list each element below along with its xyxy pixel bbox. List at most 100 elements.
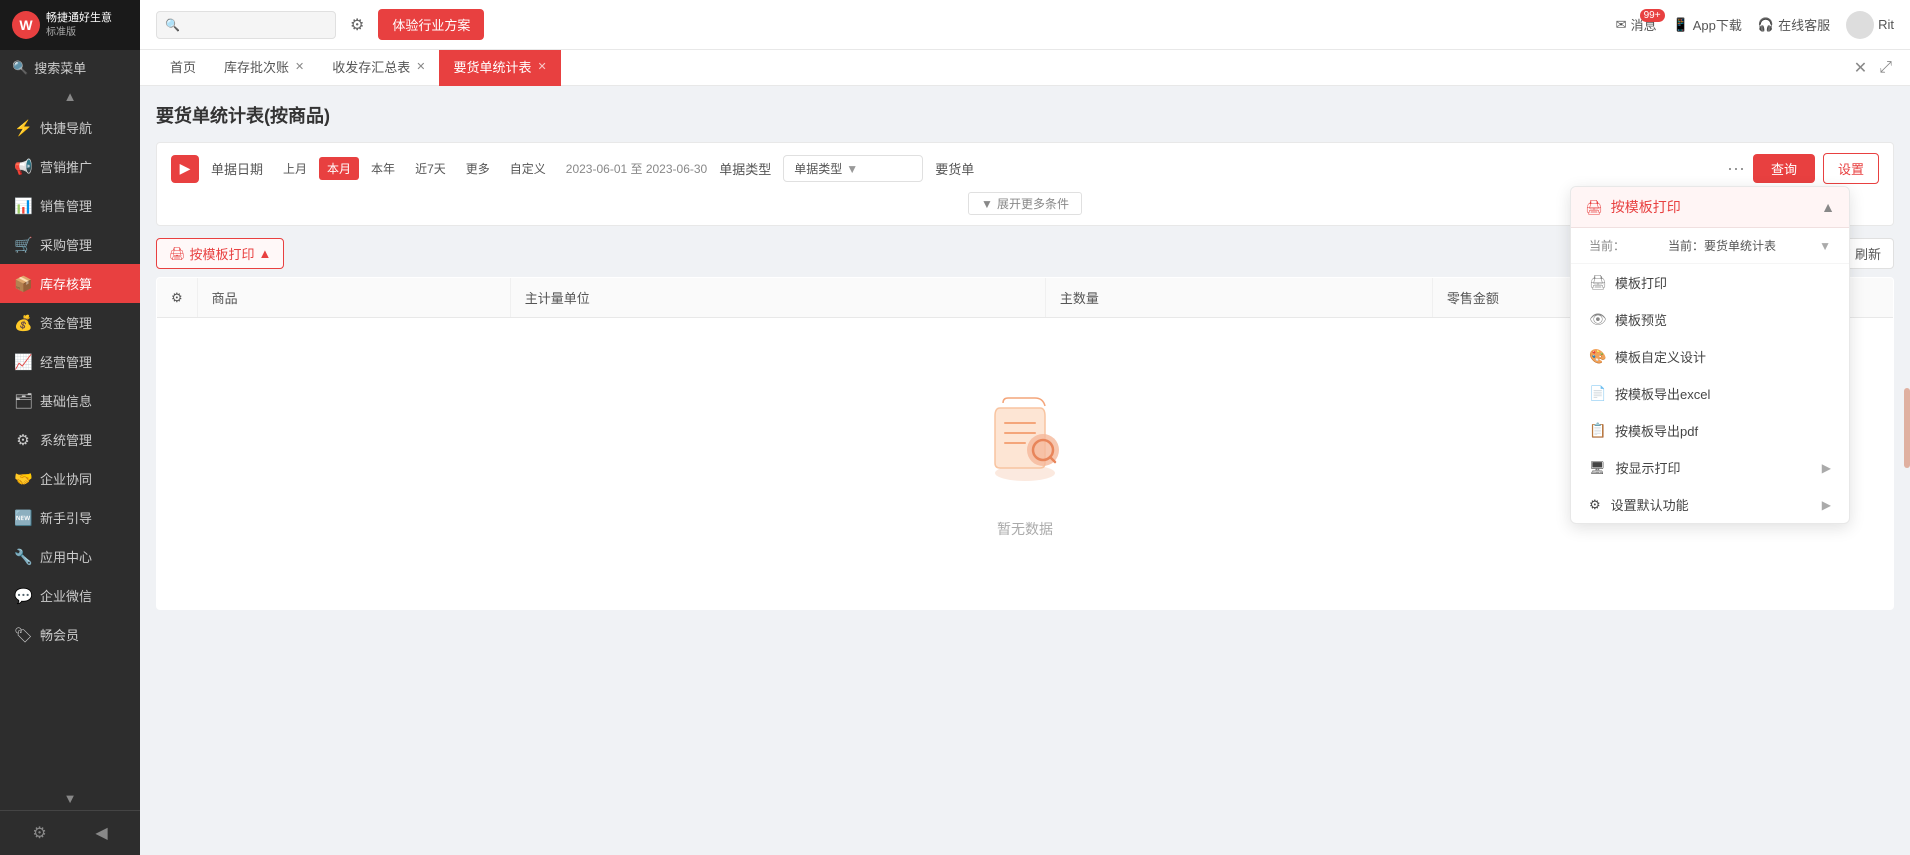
quick-nav-icon: ⚡ [14,119,32,137]
dropdown-item-template-design[interactable]: 🎨 模板自定义设计 [1571,338,1849,375]
sidebar-item-basic[interactable]: 🗂 基础信息 [0,381,140,420]
date-tab-custom[interactable]: 自定义 [502,157,554,180]
empty-text: 暂无数据 [997,519,1053,539]
sidebar-item-inventory[interactable]: 📦 库存核算 [0,264,140,303]
main-area: 🔍 ⚙ 体验行业方案 ✉ 消息 99+ 📱 App下载 🎧 在线客服 Rit [140,0,1910,855]
date-tab-current-month[interactable]: 本月 [319,157,359,180]
display-print-arrow: ▶ [1822,461,1831,475]
online-service-btn[interactable]: 🎧 在线客服 [1758,15,1830,34]
app-logo-icon: W [12,11,40,39]
sidebar-item-finance[interactable]: 💰 资金管理 [0,303,140,342]
bill-type-select[interactable]: 单据类型 ▼ [783,155,923,182]
print-current-row: 当前： 当前：要货单统计表 ▼ [1571,228,1849,264]
filter-expand-btn[interactable]: ▶ [171,155,199,183]
print-template-btn[interactable]: 🖨 按模板打印 ▲ [156,238,284,269]
query-btn[interactable]: 查询 [1753,154,1815,183]
date-tabs: 上月 本月 本年 近7天 更多 自定义 [275,157,554,180]
print-dropdown-controls: ▲ [1821,199,1835,215]
bill-type-dropdown-arrow: ▼ [846,162,858,176]
template-print-icon: 🖨 [1589,274,1605,291]
print-dropdown-collapse-btn[interactable]: ▲ [1821,199,1835,215]
settings-btn[interactable]: 设置 [1823,153,1879,184]
sidebar-item-purchase[interactable]: 🛒 采购管理 [0,225,140,264]
export-excel-icon: 📄 [1589,385,1605,402]
sidebar-item-system[interactable]: ⚙ 系统管理 [0,420,140,459]
app-center-icon: 🔧 [14,548,32,566]
dropdown-section-default-setting[interactable]: ⚙ 设置默认功能 ▶ [1571,486,1849,523]
tab-close-window-btn[interactable]: ✕ [1852,56,1869,80]
default-setting-icon: ⚙ [1589,497,1601,513]
inventory-icon: 📦 [14,275,32,293]
search-icon: 🔍 [12,60,28,76]
default-setting-arrow: ▶ [1822,498,1831,512]
template-design-icon: 🎨 [1589,348,1605,365]
topbar: 🔍 ⚙ 体验行业方案 ✉ 消息 99+ 📱 App下载 🎧 在线客服 Rit [140,0,1910,50]
col-settings[interactable]: ⚙ [157,278,198,318]
more-filters-btn[interactable]: ▼ 展开更多条件 [968,192,1082,215]
current-dropdown-arrow[interactable]: ▼ [1819,239,1831,253]
tab-close-inventory-batch[interactable]: ✕ [295,60,304,73]
sidebar-item-collab[interactable]: 🤝 企业协同 [0,459,140,498]
sidebar-item-app-center[interactable]: 🔧 应用中心 [0,537,140,576]
date-tab-prev-month[interactable]: 上月 [275,157,315,180]
tab-collection-summary[interactable]: 收发存汇总表 ✕ [318,50,439,86]
topbar-right: ✉ 消息 99+ 📱 App下载 🎧 在线客服 Rit [1616,11,1894,39]
purchase-icon: 🛒 [14,236,32,254]
filter-more-btn[interactable]: ··· [1727,158,1745,179]
dropdown-item-export-pdf[interactable]: 📋 按模板导出pdf [1571,412,1849,449]
sidebar-item-member[interactable]: 🏷 畅会员 [0,615,140,654]
date-tab-last7days[interactable]: 近7天 [407,157,454,180]
tab-inventory-batch[interactable]: 库存批次账 ✕ [210,50,318,86]
tab-close-order-stats[interactable]: ✕ [538,60,547,73]
date-tab-more[interactable]: 更多 [458,157,498,180]
dropdown-item-export-excel[interactable]: 📄 按模板导出excel [1571,375,1849,412]
member-icon: 🏷 [14,626,32,644]
sidebar-scroll-up[interactable]: ▲ [0,85,140,108]
topbar-gear-btn[interactable]: ⚙ [346,11,368,39]
app-download-icon: 📱 [1673,17,1689,33]
sidebar-item-quick-nav[interactable]: ⚡ 快捷导航 [0,108,140,147]
sidebar: W 畅捷通好生意 标准版 🔍 搜索菜单 ▲ ⚡ 快捷导航 📢 营销推广 📊 销售… [0,0,140,855]
page-title: 要货单统计表(按商品) [156,102,1894,128]
messages-badge: 99+ [1640,9,1665,22]
basic-icon: 🗂 [14,392,32,410]
sidebar-item-wechat[interactable]: 💬 企业微信 [0,576,140,615]
empty-icon [975,388,1075,507]
user-avatar[interactable]: Rit [1846,11,1894,39]
filter-row: ▶ 单据日期 上月 本月 本年 近7天 更多 自定义 2023-06-01 至 … [171,153,1879,184]
right-scroll-indicator[interactable] [1904,388,1910,468]
trial-btn[interactable]: 体验行业方案 [378,9,484,40]
sidebar-item-guide[interactable]: 🆕 新手引导 [0,498,140,537]
avatar-img [1846,11,1874,39]
tab-order-stats[interactable]: 要货单统计表 ✕ [439,50,560,86]
print-header-icon: 🖨 [1585,199,1603,216]
col-quantity: 主数量 [1045,278,1432,318]
sidebar-logo: W 畅捷通好生意 标准版 [0,0,140,50]
sidebar-search[interactable]: 🔍 搜索菜单 [0,50,140,85]
print-dropdown-arrow: ▲ [259,246,272,261]
sidebar-item-sales[interactable]: 📊 销售管理 [0,186,140,225]
guide-icon: 🆕 [14,509,32,527]
sidebar-item-operation[interactable]: 📈 经营管理 [0,342,140,381]
dropdown-section-display-print[interactable]: 🖥 按显示打印 ▶ [1571,449,1849,486]
sidebar-collapse-btn[interactable]: ◀ [91,819,111,847]
sidebar-settings-btn[interactable]: ⚙ [28,819,50,847]
collab-icon: 🤝 [14,470,32,488]
date-filter-label: 单据日期 [211,159,263,178]
tab-close-collection-summary[interactable]: ✕ [416,60,425,73]
template-preview-icon: 👁 [1589,311,1605,328]
topbar-search[interactable]: 🔍 [156,11,336,39]
print-dropdown-title: 🖨 按模板打印 [1585,197,1681,217]
app-download-btn[interactable]: 📱 App下载 [1673,15,1742,34]
sidebar-scroll-down[interactable]: ▼ [0,787,140,810]
dropdown-item-template-preview[interactable]: 👁 模板预览 [1571,301,1849,338]
display-print-icon: 🖥 [1589,460,1606,476]
tab-home[interactable]: 首页 [156,50,210,86]
wechat-icon: 💬 [14,587,32,605]
sidebar-item-marketing[interactable]: 📢 营销推广 [0,147,140,186]
dropdown-item-template-print[interactable]: 🖨 模板打印 [1571,264,1849,301]
print-dropdown-header[interactable]: 🖨 按模板打印 ▲ [1571,187,1849,228]
date-tab-current-year[interactable]: 本年 [363,157,403,180]
messages-btn[interactable]: ✉ 消息 99+ [1616,15,1657,34]
tab-maximize-btn[interactable]: ⤢ [1877,57,1894,79]
